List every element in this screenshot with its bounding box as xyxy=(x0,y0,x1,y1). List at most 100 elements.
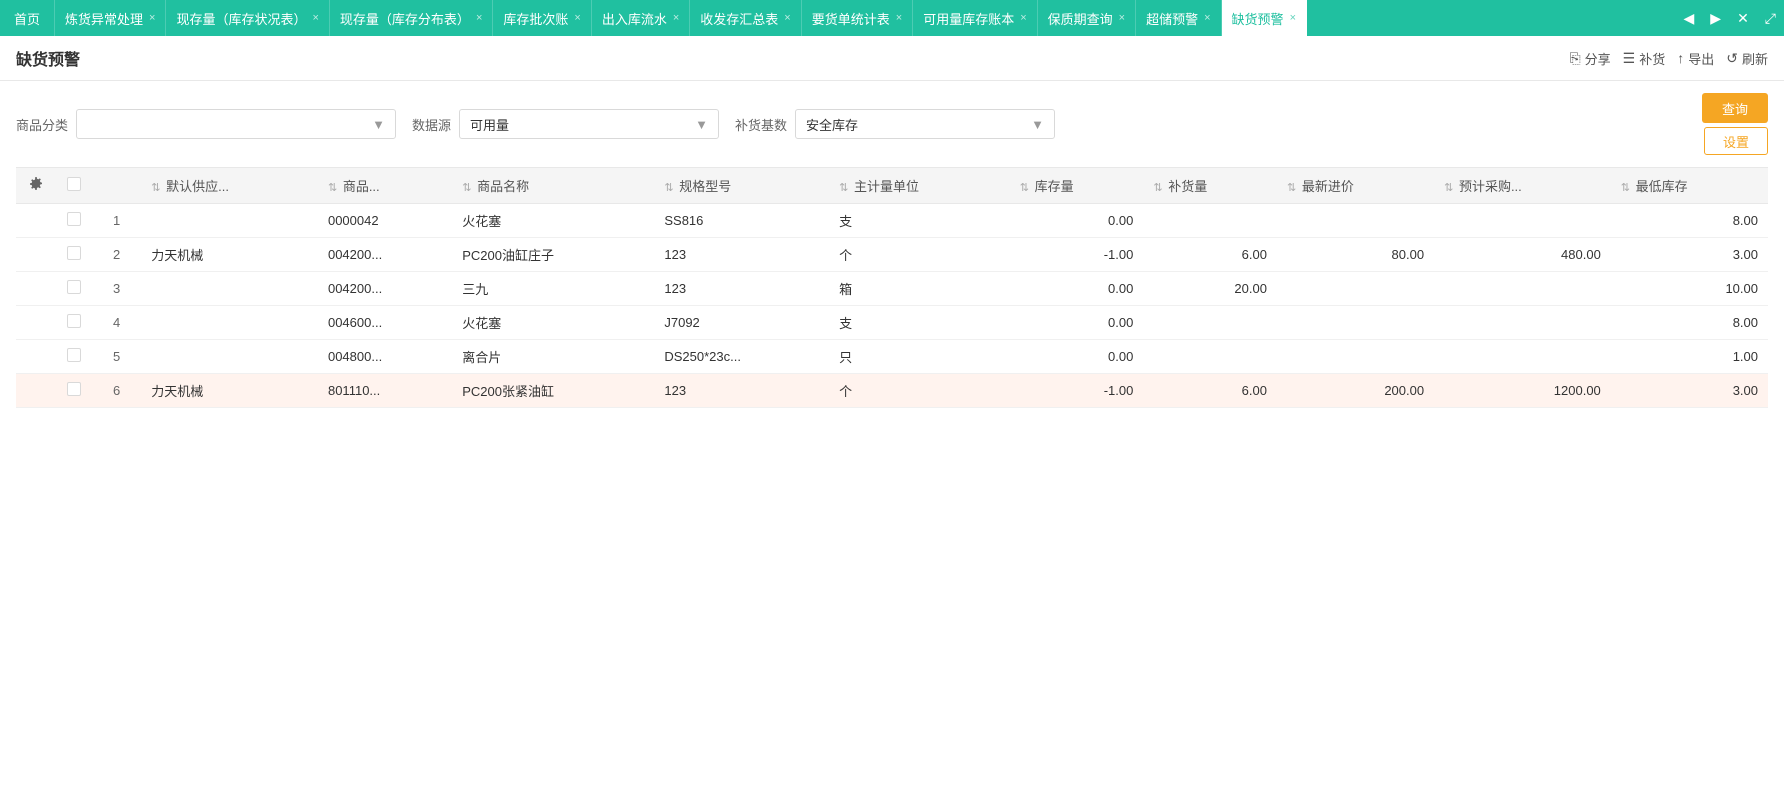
tab-stock-dist[interactable]: 现存量（库存分布表） × xyxy=(330,0,493,36)
td-supplier-4 xyxy=(141,340,318,374)
td-check-2[interactable] xyxy=(56,272,92,306)
th-check[interactable] xyxy=(56,168,92,204)
th-settings[interactable] xyxy=(16,168,56,204)
tab-next-button[interactable]: ▶ xyxy=(1702,0,1729,36)
tab-inout-flow-close[interactable]: × xyxy=(673,12,679,24)
tab-batch-label: 库存批次账 xyxy=(503,9,568,28)
tab-batch[interactable]: 库存批次账 × xyxy=(493,0,591,36)
th-min-stock[interactable]: ⇅ 最低库存 xyxy=(1611,168,1768,204)
tab-order-stat-close[interactable]: × xyxy=(896,12,902,24)
row-checkbox-4[interactable] xyxy=(67,348,81,362)
tab-overstock[interactable]: 超储预警 × xyxy=(1136,0,1221,36)
th-replenish[interactable]: ⇅ 补货量 xyxy=(1143,168,1277,204)
td-rownum-5: 6 xyxy=(92,374,141,408)
row-checkbox-2[interactable] xyxy=(67,280,81,294)
td-check-0[interactable] xyxy=(56,204,92,238)
td-unit-3: 支 xyxy=(829,306,1010,340)
tab-shortage-close[interactable]: × xyxy=(1290,12,1296,24)
row-checkbox-1[interactable] xyxy=(67,246,81,260)
td-est-purchase-3 xyxy=(1434,306,1611,340)
tab-inout-flow[interactable]: 出入库流水 × xyxy=(592,0,690,36)
th-replenish-label: 补货量 xyxy=(1168,179,1207,194)
tab-batch-close[interactable]: × xyxy=(574,12,580,24)
tab-bar: 首页 炼货异常处理 × 现存量（库存状况表） × 现存量（库存分布表） × 库存… xyxy=(0,0,1784,36)
td-check-3[interactable] xyxy=(56,306,92,340)
replenish-icon: ☰ xyxy=(1623,50,1636,67)
td-supplier-0 xyxy=(141,204,318,238)
td-stock-1: -1.00 xyxy=(1010,238,1144,272)
query-button[interactable]: 查询 xyxy=(1702,93,1768,123)
tab-exception-label: 炼货异常处理 xyxy=(65,9,143,28)
th-stock[interactable]: ⇅ 库存量 xyxy=(1010,168,1144,204)
filter-datasource-arrow: ▼ xyxy=(695,117,708,132)
tab-expand-button[interactable]: ⤢ xyxy=(1757,0,1784,36)
tab-exception-close[interactable]: × xyxy=(149,12,155,24)
tab-recv-total-close[interactable]: × xyxy=(784,12,790,24)
th-supplier[interactable]: ⇅ 默认供应... xyxy=(141,168,318,204)
table-row: 5 004800... 离合片 DS250*23c... 只 0.00 1.00 xyxy=(16,340,1768,374)
tab-recv-total[interactable]: 收发存汇总表 × xyxy=(690,0,801,36)
sort-icon-latest-price: ⇅ xyxy=(1287,182,1296,194)
th-goods-name[interactable]: ⇅ 商品名称 xyxy=(452,168,654,204)
td-replenish-5: 6.00 xyxy=(1143,374,1277,408)
share-icon: ⎘ xyxy=(1569,50,1580,67)
td-supplier-2 xyxy=(141,272,318,306)
tab-expiry[interactable]: 保质期查询 × xyxy=(1038,0,1136,36)
share-button[interactable]: ⎘ 分享 xyxy=(1569,49,1610,68)
td-check-1[interactable] xyxy=(56,238,92,272)
tab-stock-status-close[interactable]: × xyxy=(312,12,318,24)
replenish-button[interactable]: ☰ 补货 xyxy=(1623,49,1666,68)
refresh-icon: ↺ xyxy=(1726,50,1738,67)
td-spec-2: 123 xyxy=(654,272,829,306)
filter-datasource-select[interactable]: 可用量 ▼ xyxy=(459,109,719,139)
th-goods-name-label: 商品名称 xyxy=(477,179,529,194)
td-supplier-5: 力天机械 xyxy=(141,374,318,408)
th-unit[interactable]: ⇅ 主计量单位 xyxy=(829,168,1010,204)
filter-replenish-arrow: ▼ xyxy=(1031,117,1044,132)
sort-icon-unit: ⇅ xyxy=(839,182,848,194)
tab-order-stat[interactable]: 要货单统计表 × xyxy=(802,0,913,36)
tab-avail-ledger[interactable]: 可用量库存账本 × xyxy=(913,0,1037,36)
tab-nav-buttons: ◀ ▶ ✕ ⤢ xyxy=(1676,0,1784,36)
td-replenish-2: 20.00 xyxy=(1143,272,1277,306)
th-goods-code[interactable]: ⇅ 商品... xyxy=(318,168,452,204)
export-button[interactable]: ↑ 导出 xyxy=(1677,49,1714,68)
row-checkbox-0[interactable] xyxy=(67,212,81,226)
tab-expiry-label: 保质期查询 xyxy=(1048,9,1113,28)
row-checkbox-3[interactable] xyxy=(67,314,81,328)
td-check-5[interactable] xyxy=(56,374,92,408)
filter-category-arrow: ▼ xyxy=(372,117,385,132)
tab-shortage[interactable]: 缺货预警 × xyxy=(1222,0,1307,36)
page-title: 缺货预警 xyxy=(16,46,1569,70)
td-unit-0: 支 xyxy=(829,204,1010,238)
td-check-4[interactable] xyxy=(56,340,92,374)
settings-button[interactable]: 设置 xyxy=(1704,127,1768,155)
td-latest-price-1: 80.00 xyxy=(1277,238,1434,272)
tab-home[interactable]: 首页 xyxy=(0,0,55,36)
td-spec-1: 123 xyxy=(654,238,829,272)
td-goods-name-2: 三九 xyxy=(452,272,654,306)
tab-stock-dist-close[interactable]: × xyxy=(476,12,482,24)
tab-avail-ledger-close[interactable]: × xyxy=(1020,12,1026,24)
filter-replenish-select[interactable]: 安全库存 ▼ xyxy=(795,109,1055,139)
tab-close-all-button[interactable]: ✕ xyxy=(1729,0,1757,36)
tab-overstock-close[interactable]: × xyxy=(1204,12,1210,24)
th-spec[interactable]: ⇅ 规格型号 xyxy=(654,168,829,204)
row-checkbox-5[interactable] xyxy=(67,382,81,396)
tab-overstock-label: 超储预警 xyxy=(1146,9,1198,28)
table-row: 3 004200... 三九 123 箱 0.00 20.00 10.00 xyxy=(16,272,1768,306)
tab-prev-button[interactable]: ◀ xyxy=(1676,0,1703,36)
td-rownum-1: 2 xyxy=(92,238,141,272)
tab-stock-status[interactable]: 现存量（库存状况表） × xyxy=(166,0,329,36)
tab-expiry-close[interactable]: × xyxy=(1119,12,1125,24)
th-latest-price[interactable]: ⇅ 最新进价 xyxy=(1277,168,1434,204)
table-row: 1 0000042 火花塞 SS816 支 0.00 8.00 xyxy=(16,204,1768,238)
th-est-purchase[interactable]: ⇅ 预计采购... xyxy=(1434,168,1611,204)
refresh-button[interactable]: ↺ 刷新 xyxy=(1726,49,1768,68)
td-settings-5 xyxy=(16,374,56,408)
refresh-label: 刷新 xyxy=(1742,49,1768,68)
select-all-checkbox[interactable] xyxy=(67,177,81,191)
filter-category-select[interactable]: ▼ xyxy=(76,109,396,139)
td-settings-4 xyxy=(16,340,56,374)
tab-exception[interactable]: 炼货异常处理 × xyxy=(55,0,166,36)
